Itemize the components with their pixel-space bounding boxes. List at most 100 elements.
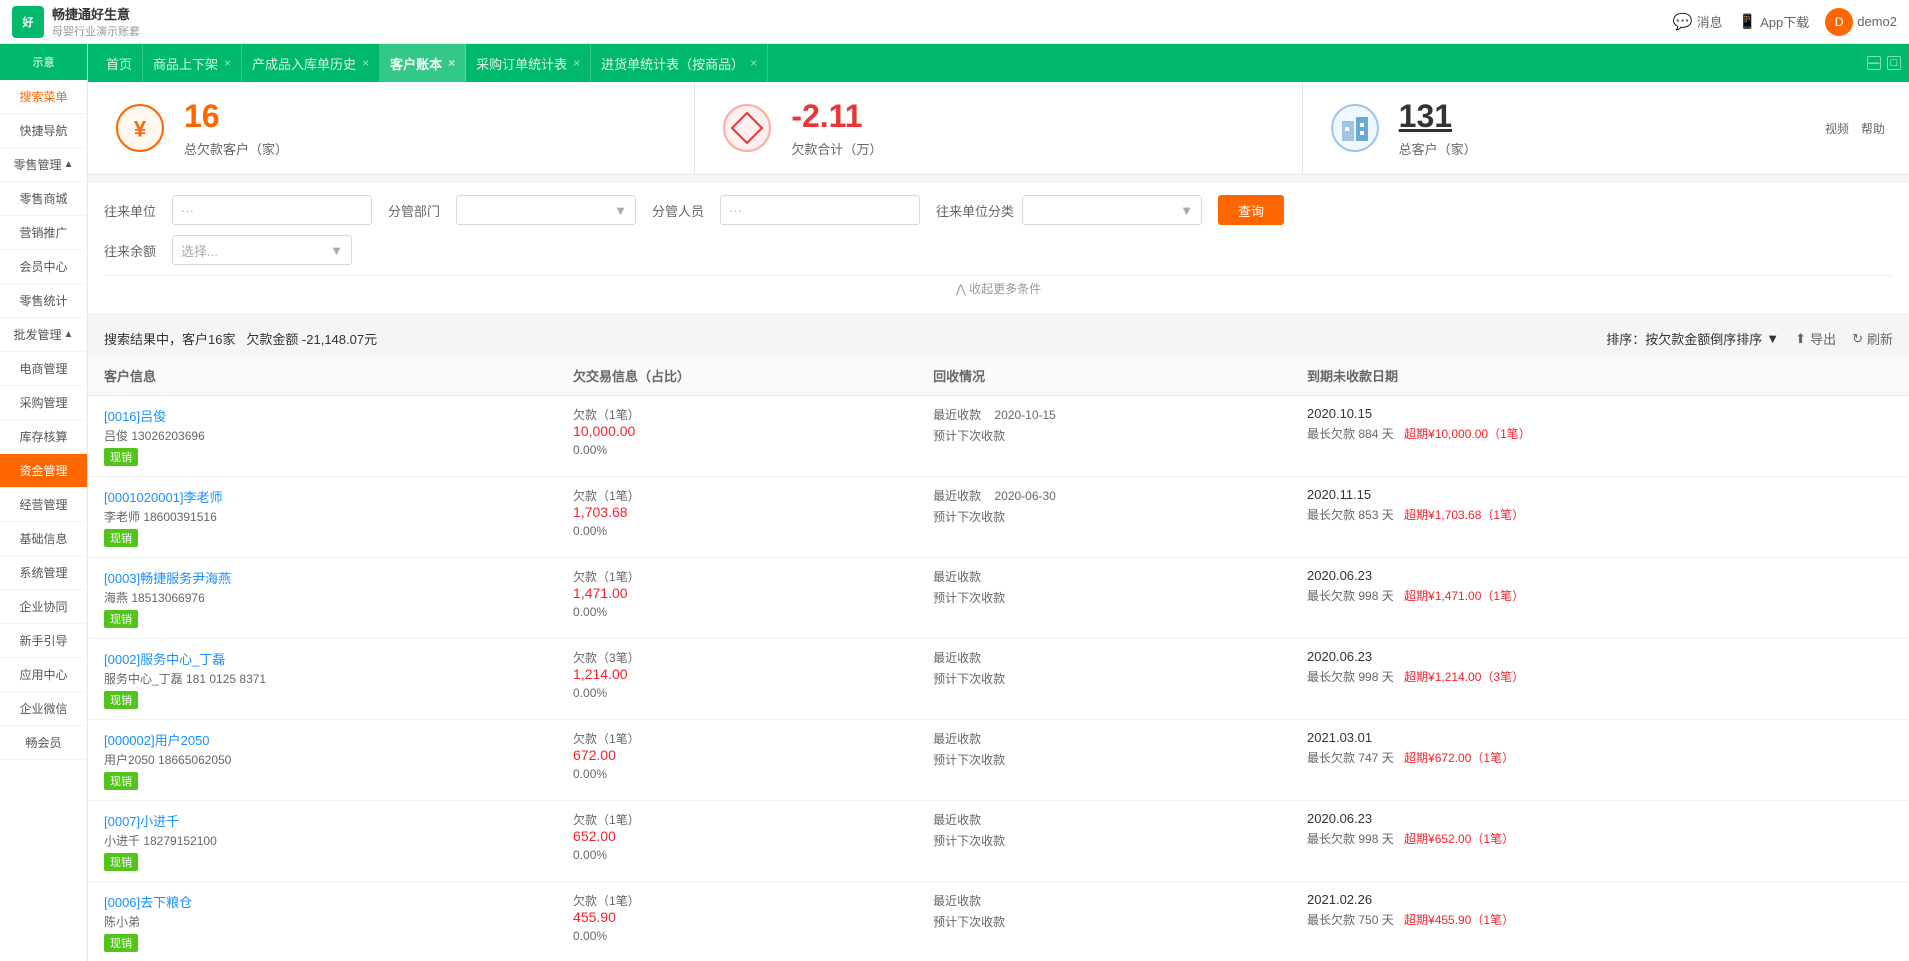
- debt-amount[interactable]: 1,471.00: [573, 585, 901, 601]
- overdue-link[interactable]: 超期¥1,214.00（3笔）: [1404, 670, 1524, 684]
- debt-amount[interactable]: 10,000.00: [573, 423, 901, 439]
- due-date: 2020.06.23: [1307, 811, 1893, 826]
- customer-name[interactable]: [0003]畅捷服务尹海燕: [104, 568, 541, 587]
- customer-name[interactable]: [0002]服务中心_丁磊: [104, 649, 541, 668]
- overdue-days: 最长欠款 750 天: [1307, 913, 1400, 927]
- overdue-link[interactable]: 超期¥455.90（1笔）: [1404, 913, 1514, 927]
- user-profile[interactable]: D demo2: [1825, 8, 1897, 36]
- sidebar-item-newbie[interactable]: 新手引导: [0, 624, 87, 658]
- sidebar-logo[interactable]: 示意: [0, 44, 87, 80]
- summary-actions: 排序：按欠款金额倒序排序 ▼ ⬆ 导出 ↻ 刷新: [1606, 329, 1893, 348]
- return-info-cell: 最近收款 预计下次收款: [917, 558, 1291, 639]
- filter-supplier-class: 往来单位分类 ▼: [936, 195, 1202, 225]
- debt-pct: 0.00%: [573, 767, 901, 781]
- sidebar-item-finance[interactable]: 资金管理: [0, 454, 87, 488]
- manager-input[interactable]: ···: [720, 195, 920, 225]
- sidebar-item-marketing[interactable]: 营销推广: [0, 216, 87, 250]
- sidebar-item-enterprise[interactable]: 企业协同: [0, 590, 87, 624]
- overdue-link[interactable]: 超期¥672.00（1笔）: [1404, 751, 1514, 765]
- sidebar-item-inventory[interactable]: 库存核算: [0, 420, 87, 454]
- debt-pct: 0.00%: [573, 686, 901, 700]
- tab-purchase_order[interactable]: 采购订单统计表 ×: [466, 44, 591, 82]
- video-link[interactable]: 视频: [1825, 120, 1849, 137]
- tab-import_stats[interactable]: 进货单统计表（按商品）×: [591, 44, 768, 82]
- debt-amount[interactable]: 652.00: [573, 828, 901, 844]
- sidebar-item-system[interactable]: 系统管理: [0, 556, 87, 590]
- message-btn[interactable]: 💬 消息: [1673, 12, 1723, 32]
- nav-label: 畅会员: [25, 736, 61, 750]
- tab-customer_account[interactable]: 客户账本×: [380, 44, 466, 82]
- debt-label: 欠款（1笔）: [573, 568, 901, 585]
- tab-production_history[interactable]: 产成品入库单历史×: [242, 44, 380, 82]
- sidebar-item-operation[interactable]: 经营管理: [0, 488, 87, 522]
- tab-close[interactable]: ×: [573, 56, 580, 70]
- filter-manager: 分管人员 ···: [652, 195, 920, 225]
- return-info-cell: 最近收款 预计下次收款: [917, 801, 1291, 882]
- supplier-input[interactable]: ···: [172, 195, 372, 225]
- app-download-btn[interactable]: 📱 App下载: [1739, 12, 1810, 31]
- balance-select[interactable]: 选择... ▼: [172, 235, 352, 265]
- tab-label: 采购订单统计表: [476, 54, 567, 73]
- customer-name[interactable]: [0001020001]李老师: [104, 487, 541, 506]
- tab-home[interactable]: 首页: [96, 44, 143, 82]
- customer-name[interactable]: [0006]去下粮仓: [104, 892, 541, 911]
- sidebar-item-member[interactable]: 会员中心: [0, 250, 87, 284]
- filter-dots: ···: [181, 203, 194, 218]
- data-table-container: 客户信息欠交易信息（占比）回收情况到期未收款日期 [0016]吕俊 吕俊 130…: [88, 356, 1909, 961]
- debt-pct: 0.00%: [573, 848, 901, 862]
- overdue-link[interactable]: 超期¥1,471.00（1笔）: [1404, 589, 1524, 603]
- tab-products_off[interactable]: 商品上下架×: [143, 44, 242, 82]
- sidebar-item-purchase[interactable]: 采购管理: [0, 386, 87, 420]
- debt-amount[interactable]: 672.00: [573, 747, 901, 763]
- table-row: [000002]用户2050 用户2050 18665062050 现销 欠款（…: [88, 720, 1909, 801]
- sidebar-item-retail-stats[interactable]: 零售统计: [0, 284, 87, 318]
- sidebar-item-retail-store[interactable]: 零售商城: [0, 182, 87, 216]
- sidebar-item-quick-nav[interactable]: 快捷导航: [0, 114, 87, 148]
- phone-icon: 📱: [1739, 13, 1756, 30]
- debt-amount[interactable]: 455.90: [573, 909, 901, 925]
- export-btn[interactable]: ⬆ 导出: [1795, 329, 1836, 348]
- customer-name[interactable]: [0007]小进千: [104, 811, 541, 830]
- dept-select[interactable]: ▼: [456, 195, 636, 225]
- left-sidebar: 示意 搜索菜单 快捷导航零售管理 ▲零售商城营销推广会员中心零售统计批发管理 ▲…: [0, 44, 88, 961]
- stat-overdue-customers: ¥ 16 总欠款客户（家）: [88, 82, 695, 174]
- stat-links: 视频 帮助: [1825, 120, 1885, 137]
- sidebar-item-ecommerce[interactable]: 电商管理: [0, 352, 87, 386]
- debt-amount[interactable]: 1,703.68: [573, 504, 901, 520]
- overdue-link[interactable]: 超期¥1,703.68（1笔）: [1404, 508, 1524, 522]
- refresh-btn[interactable]: ↻ 刷新: [1852, 329, 1893, 348]
- sidebar-item-batch-mgmt[interactable]: 批发管理 ▲: [0, 318, 87, 352]
- tab-close[interactable]: ×: [224, 56, 231, 70]
- overdue-link[interactable]: 超期¥652.00（1笔）: [1404, 832, 1514, 846]
- search-button[interactable]: 查询: [1218, 195, 1284, 225]
- tab-close[interactable]: ×: [362, 56, 369, 70]
- table-body: [0016]吕俊 吕俊 13026203696 现销 欠款（1笔） 10,000…: [88, 396, 1909, 961]
- maximize-button[interactable]: □: [1887, 56, 1901, 70]
- collapse-bar[interactable]: ⋀ 收起更多条件: [104, 275, 1893, 301]
- overdue-link[interactable]: 超期¥10,000.00（1笔）: [1404, 427, 1531, 441]
- summary-bar: 搜索结果中，客户16家 欠款金额 -21,148.07元 排序：按欠款金额倒序排…: [88, 321, 1909, 356]
- sidebar-search[interactable]: 搜索菜单: [0, 80, 87, 114]
- customer-badge: 现销: [104, 691, 138, 709]
- due-date: 2020.06.23: [1307, 568, 1893, 583]
- customer-name[interactable]: [0016]吕俊: [104, 406, 541, 425]
- message-icon: 💬: [1673, 12, 1693, 32]
- tab-close[interactable]: ×: [750, 56, 757, 70]
- minimize-button[interactable]: —: [1867, 56, 1881, 70]
- sidebar-item-retail-mgmt[interactable]: 零售管理 ▲: [0, 148, 87, 182]
- sidebar-item-app-center[interactable]: 应用中心: [0, 658, 87, 692]
- class-select[interactable]: ▼: [1022, 195, 1202, 225]
- balance-placeholder: 选择...: [181, 241, 218, 260]
- help-link[interactable]: 帮助: [1861, 120, 1885, 137]
- sidebar-item-vip[interactable]: 畅会员: [0, 726, 87, 760]
- sidebar-item-enterprise-wechat[interactable]: 企业微信: [0, 692, 87, 726]
- stat-total-label: 总客户（家）: [1399, 139, 1477, 158]
- sort-dropdown[interactable]: 排序：按欠款金额倒序排序 ▼: [1606, 329, 1779, 348]
- customer-name[interactable]: [000002]用户2050: [104, 730, 541, 749]
- sidebar-item-base-info[interactable]: 基础信息: [0, 522, 87, 556]
- debt-amount[interactable]: 1,214.00: [573, 666, 901, 682]
- debt-label: 欠款（3笔）: [573, 649, 901, 666]
- tab-close[interactable]: ×: [448, 56, 455, 70]
- debt-label: 欠款（1笔）: [573, 730, 901, 747]
- debt-label: 欠款（1笔）: [573, 811, 901, 828]
